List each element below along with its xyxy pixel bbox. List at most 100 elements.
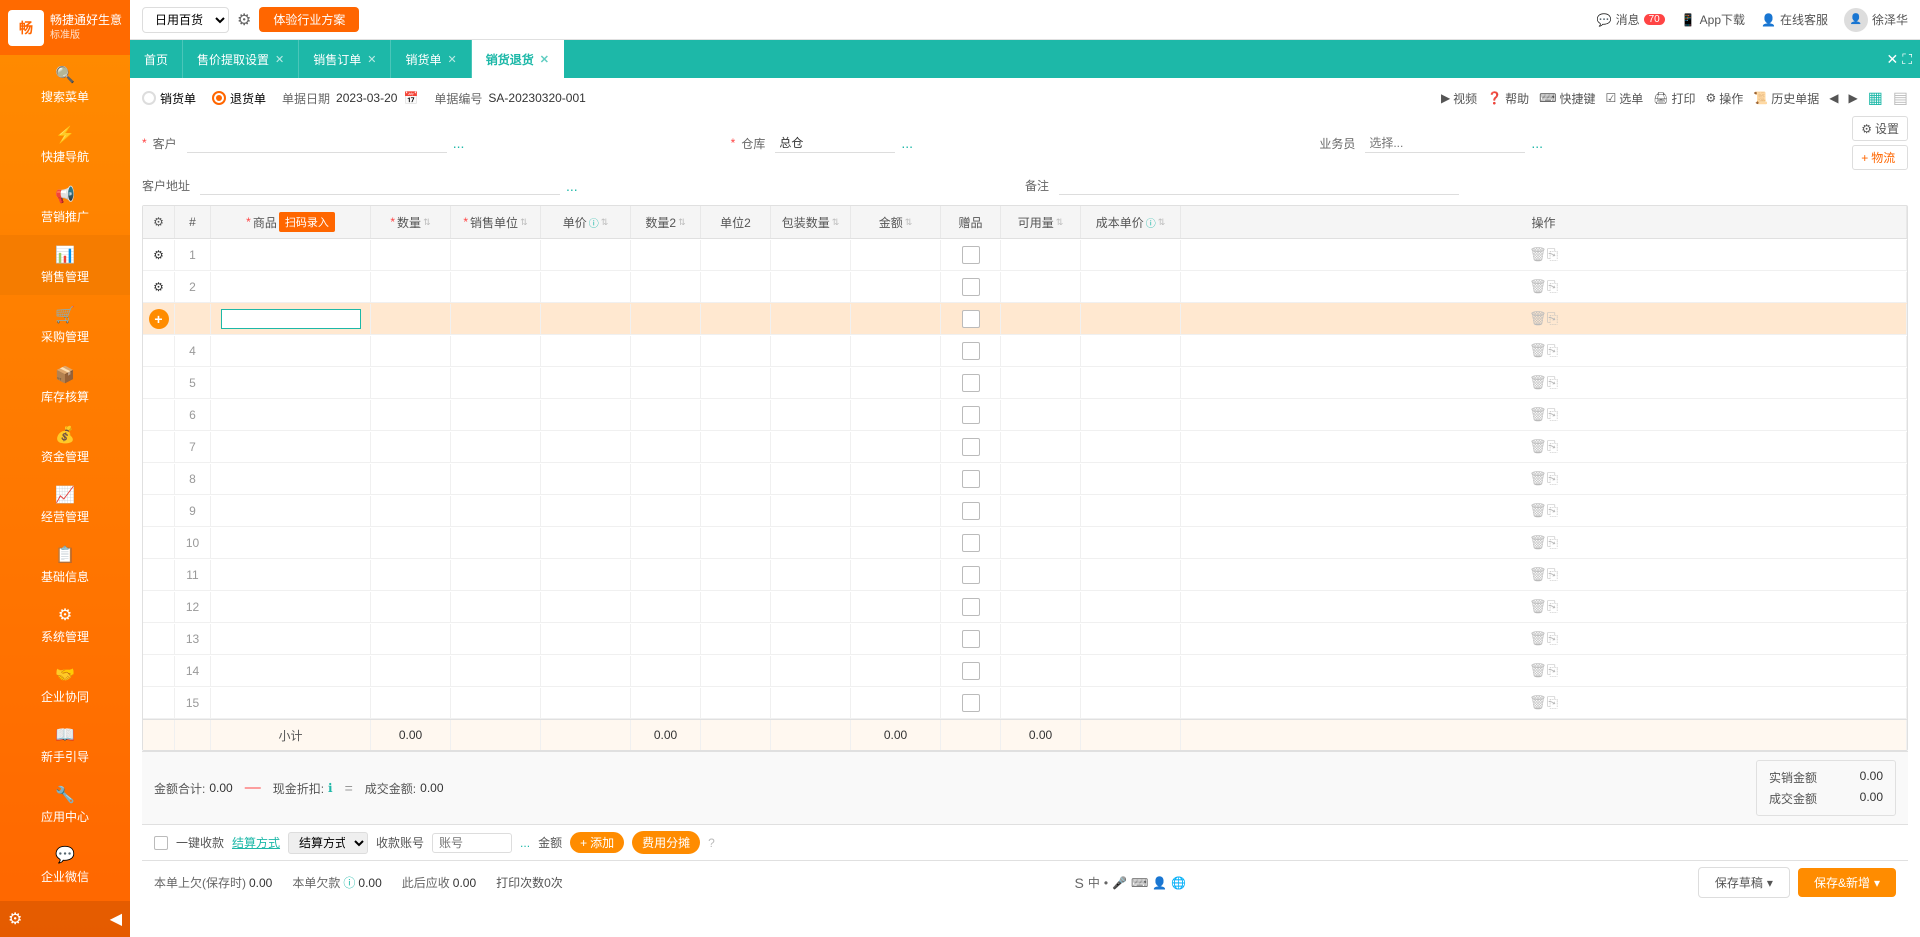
td-qty-5[interactable] bbox=[371, 368, 451, 398]
copy-icon-6[interactable]: ⎘ bbox=[1547, 406, 1558, 423]
copy-icon-8[interactable]: ⎘ bbox=[1547, 470, 1558, 487]
delete-icon-14[interactable]: 🗑 bbox=[1529, 662, 1547, 679]
td-unit-9[interactable] bbox=[451, 496, 541, 526]
td-gift-8[interactable] bbox=[941, 464, 1001, 494]
td-cost-14[interactable] bbox=[1081, 656, 1181, 686]
online-service-item[interactable]: 👤 在线客服 bbox=[1761, 11, 1828, 28]
td-cost-12[interactable] bbox=[1081, 592, 1181, 622]
gift-checkbox-7[interactable] bbox=[962, 438, 980, 456]
td-price-15[interactable] bbox=[541, 688, 631, 718]
td-avail-15[interactable] bbox=[1001, 688, 1081, 718]
td-amount-5[interactable] bbox=[851, 368, 941, 398]
gift-checkbox-11[interactable] bbox=[962, 566, 980, 584]
shortcut-btn[interactable]: ⌨ 快捷键 bbox=[1539, 90, 1595, 107]
message-item[interactable]: 💬 消息 70 bbox=[1597, 11, 1665, 28]
warehouse-input[interactable] bbox=[775, 134, 895, 153]
save-new-btn[interactable]: 保存&新增 ▾ bbox=[1798, 868, 1896, 897]
td-gift-15[interactable] bbox=[941, 688, 1001, 718]
td-unit-8[interactable] bbox=[451, 464, 541, 494]
tab-sales-return[interactable]: 销货退货 ✕ bbox=[472, 40, 564, 78]
td-amount-14[interactable] bbox=[851, 656, 941, 686]
td-unit2-11[interactable] bbox=[701, 560, 771, 590]
tab-close-icon[interactable]: ✕ bbox=[1886, 51, 1898, 68]
td-avail-13[interactable] bbox=[1001, 624, 1081, 654]
td-amount-13[interactable] bbox=[851, 624, 941, 654]
salesperson-select-icon[interactable]: ... bbox=[1531, 135, 1543, 151]
td-unit2-5[interactable] bbox=[701, 368, 771, 398]
sidebar-item-marketing[interactable]: 📢 营销推广 bbox=[0, 175, 130, 235]
app-download-item[interactable]: 📱 App下载 bbox=[1681, 11, 1745, 28]
td-qty2-11[interactable] bbox=[631, 560, 701, 590]
td-gift-2[interactable] bbox=[941, 272, 1001, 302]
td-settings-6[interactable] bbox=[143, 400, 175, 430]
copy-icon-3[interactable]: ⎘ bbox=[1547, 310, 1558, 327]
td-gift-7[interactable] bbox=[941, 432, 1001, 462]
td-qty-3[interactable] bbox=[371, 304, 451, 334]
print-count[interactable]: 打印次数0次 bbox=[496, 874, 563, 891]
td-qty-10[interactable] bbox=[371, 528, 451, 558]
print-btn[interactable]: 🖨 打印 bbox=[1653, 90, 1695, 107]
td-unit-3[interactable] bbox=[451, 304, 541, 334]
td-pkgqty-10[interactable] bbox=[771, 528, 851, 558]
gift-checkbox-3[interactable] bbox=[962, 310, 980, 328]
td-avail-7[interactable] bbox=[1001, 432, 1081, 462]
td-pkgqty-12[interactable] bbox=[771, 592, 851, 622]
td-amount-11[interactable] bbox=[851, 560, 941, 590]
td-qty2-5[interactable] bbox=[631, 368, 701, 398]
gift-checkbox-6[interactable] bbox=[962, 406, 980, 424]
tab-home[interactable]: 首页 bbox=[130, 40, 183, 78]
td-pkgqty-11[interactable] bbox=[771, 560, 851, 590]
td-unit-2[interactable] bbox=[451, 272, 541, 302]
tab-sales-bill-close[interactable]: ✕ bbox=[448, 53, 457, 66]
td-cost-15[interactable] bbox=[1081, 688, 1181, 718]
td-cost-1[interactable] bbox=[1081, 240, 1181, 270]
tab-sales-order[interactable]: 销售订单 ✕ bbox=[299, 40, 391, 78]
gift-checkbox-12[interactable] bbox=[962, 598, 980, 616]
td-settings-5[interactable] bbox=[143, 368, 175, 398]
delete-icon-12[interactable]: 🗑 bbox=[1529, 598, 1547, 615]
td-pkgqty-7[interactable] bbox=[771, 432, 851, 462]
td-product-7[interactable] bbox=[211, 432, 371, 462]
help-btn[interactable]: ❓ 帮助 bbox=[1487, 90, 1529, 107]
td-price-3[interactable] bbox=[541, 304, 631, 334]
sidebar-item-purchase[interactable]: 🛒 采购管理 bbox=[0, 295, 130, 355]
gift-checkbox-10[interactable] bbox=[962, 534, 980, 552]
gift-checkbox-13[interactable] bbox=[962, 630, 980, 648]
td-unit-10[interactable] bbox=[451, 528, 541, 558]
td-amount-6[interactable] bbox=[851, 400, 941, 430]
discount-info-icon[interactable]: ℹ bbox=[328, 781, 333, 795]
td-cost-4[interactable] bbox=[1081, 336, 1181, 366]
nav-prev-icon[interactable]: ◀ bbox=[1829, 91, 1838, 105]
history-btn[interactable]: 📜 历史单据 bbox=[1753, 90, 1819, 107]
td-settings-1[interactable]: ⚙ bbox=[143, 240, 175, 270]
td-unit-15[interactable] bbox=[451, 688, 541, 718]
td-cost-3[interactable] bbox=[1081, 304, 1181, 334]
td-qty2-9[interactable] bbox=[631, 496, 701, 526]
td-qty-6[interactable] bbox=[371, 400, 451, 430]
td-qty2-15[interactable] bbox=[631, 688, 701, 718]
td-cost-11[interactable] bbox=[1081, 560, 1181, 590]
copy-icon-13[interactable]: ⎘ bbox=[1547, 630, 1558, 647]
video-btn[interactable]: ▶ 视频 bbox=[1441, 90, 1477, 107]
sidebar-item-finance[interactable]: 💰 资金管理 bbox=[0, 415, 130, 475]
td-qty-9[interactable] bbox=[371, 496, 451, 526]
delete-icon-8[interactable]: 🗑 bbox=[1529, 470, 1547, 487]
td-qty2-14[interactable] bbox=[631, 656, 701, 686]
td-gift-10[interactable] bbox=[941, 528, 1001, 558]
td-qty2-4[interactable] bbox=[631, 336, 701, 366]
td-qty-13[interactable] bbox=[371, 624, 451, 654]
copy-icon-9[interactable]: ⎘ bbox=[1547, 502, 1558, 519]
scan-btn[interactable]: 扫码录入 bbox=[279, 212, 335, 232]
td-qty-11[interactable] bbox=[371, 560, 451, 590]
th-settings[interactable]: ⚙ bbox=[143, 206, 175, 238]
td-price-6[interactable] bbox=[541, 400, 631, 430]
settings-btn[interactable]: ⚙ 设置 bbox=[1852, 116, 1908, 141]
sidebar-item-sales[interactable]: 📊 销售管理 bbox=[0, 235, 130, 295]
td-settings-3[interactable]: + bbox=[143, 304, 175, 334]
category-select[interactable]: 日用百货 bbox=[142, 7, 229, 33]
user-item[interactable]: 👤 徐泽华 bbox=[1844, 8, 1908, 32]
td-price-10[interactable] bbox=[541, 528, 631, 558]
td-unit2-1[interactable] bbox=[701, 240, 771, 270]
more-dots[interactable]: ... bbox=[520, 836, 530, 850]
gift-checkbox-5[interactable] bbox=[962, 374, 980, 392]
